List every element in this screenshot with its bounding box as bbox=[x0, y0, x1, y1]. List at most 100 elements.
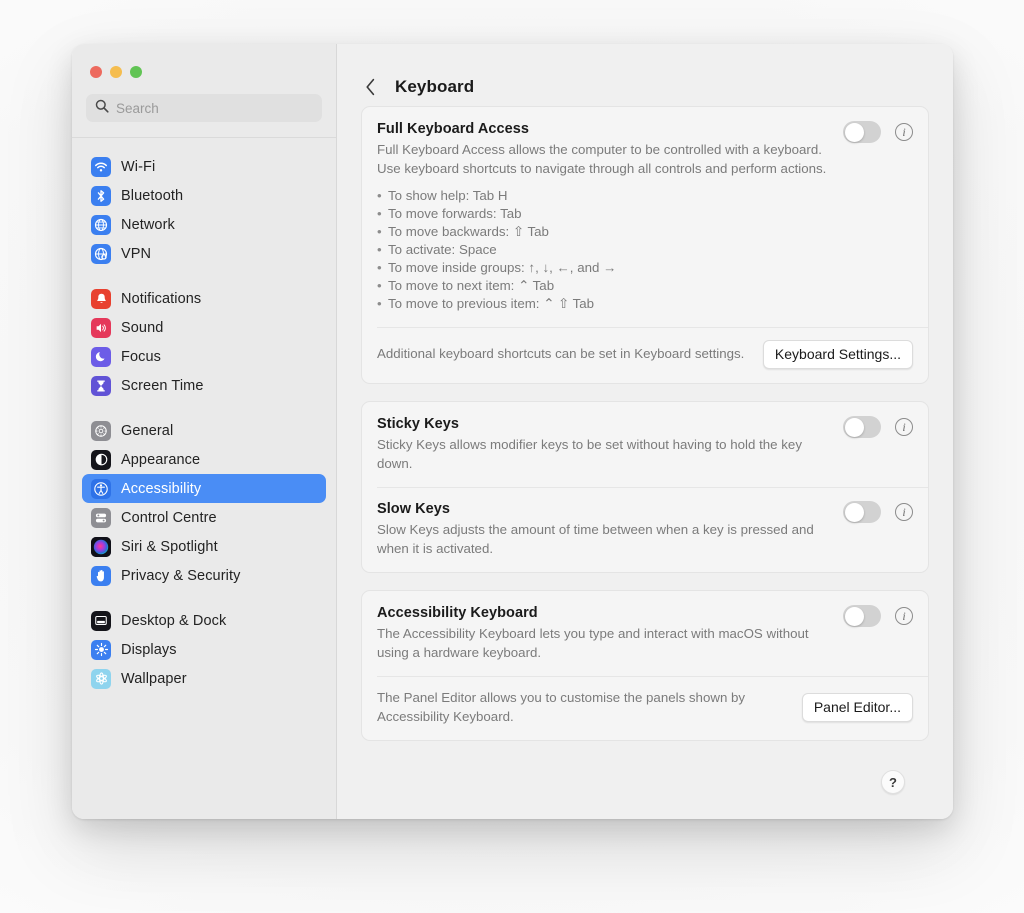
setting-description: Sticky Keys allows modifier keys to be s… bbox=[377, 437, 802, 471]
list-item: To move backwards: ⇧ Tab bbox=[377, 223, 913, 241]
sidebar-item-network[interactable]: Network bbox=[82, 210, 326, 239]
list-item: To activate: Space bbox=[377, 241, 913, 259]
keyboard-settings-footer: Additional keyboard shortcuts can be set… bbox=[362, 327, 928, 383]
toggle-knob bbox=[844, 502, 864, 522]
setting-description: The Accessibility Keyboard lets you type… bbox=[377, 626, 809, 660]
row-text-block: Accessibility Keyboard The Accessibility… bbox=[377, 604, 833, 662]
info-icon[interactable]: i bbox=[895, 418, 913, 436]
sidebar: Wi-Fi Bluetooth bbox=[72, 44, 337, 819]
toggle-knob bbox=[844, 122, 864, 142]
info-icon[interactable]: i bbox=[895, 123, 913, 141]
sidebar-item-label: Displays bbox=[121, 641, 177, 658]
list-item: To move to previous item: ⌃ ⇧ Tab bbox=[377, 295, 913, 313]
card-sticky-and-slow-keys: Sticky Keys Sticky Keys allows modifier … bbox=[361, 401, 929, 573]
settings-panels: Full Keyboard Access Full Keyboard Acces… bbox=[337, 106, 953, 794]
panel-editor-footer: The Panel Editor allows you to customise… bbox=[362, 676, 928, 740]
keyboard-settings-button[interactable]: Keyboard Settings... bbox=[762, 340, 913, 369]
setting-title: Slow Keys bbox=[377, 501, 450, 517]
back-chevron-icon[interactable] bbox=[361, 76, 379, 98]
sidebar-item-appearance[interactable]: Appearance bbox=[82, 445, 326, 474]
list-item: To move to next item: ⌃ Tab bbox=[377, 277, 913, 295]
desktop-dock-icon bbox=[91, 610, 111, 631]
sidebar-item-wallpaper[interactable]: Wallpaper bbox=[82, 664, 326, 693]
sidebar-list: Wi-Fi Bluetooth Network VPN Notification… bbox=[72, 138, 336, 809]
search-container bbox=[72, 78, 336, 122]
footer-description: Additional keyboard shortcuts can be set… bbox=[377, 346, 745, 362]
system-settings-window: Wi-Fi Bluetooth bbox=[72, 44, 953, 819]
sidebar-group-appearance: Desktop & Dock Displays Wallpaper bbox=[82, 606, 326, 693]
wallpaper-icon bbox=[91, 668, 111, 689]
sidebar-item-bluetooth[interactable]: Bluetooth bbox=[82, 181, 326, 210]
help-row: ? bbox=[361, 758, 929, 794]
close-button[interactable] bbox=[90, 66, 102, 78]
sidebar-item-label: Wallpaper bbox=[121, 670, 187, 687]
setting-description: Full Keyboard Access allows the computer… bbox=[377, 142, 827, 176]
row-controls: i bbox=[843, 501, 913, 523]
shortcut-list: To show help: Tab H To move forwards: Ta… bbox=[377, 187, 913, 313]
speaker-icon bbox=[91, 317, 111, 338]
list-item: To move inside groups: ↑, ↓, ←, and → bbox=[377, 259, 913, 277]
sidebar-item-siri-and-spotlight[interactable]: Siri & Spotlight bbox=[82, 532, 326, 561]
siri-icon bbox=[91, 536, 111, 557]
sidebar-item-label: Accessibility bbox=[121, 480, 202, 497]
list-item: To show help: Tab H bbox=[377, 187, 913, 205]
sidebar-group-network: Wi-Fi Bluetooth Network VPN bbox=[82, 152, 326, 268]
hand-icon bbox=[91, 565, 111, 586]
main-content: Keyboard Full Keyboard Access Full Keybo… bbox=[337, 44, 953, 819]
sidebar-item-accessibility[interactable]: Accessibility bbox=[82, 474, 326, 503]
sidebar-item-label: Focus bbox=[121, 348, 161, 365]
setting-row-full-keyboard-access: Full Keyboard Access Full Keyboard Acces… bbox=[362, 107, 928, 327]
sidebar-item-privacy-and-security[interactable]: Privacy & Security bbox=[82, 561, 326, 590]
full-keyboard-access-toggle[interactable] bbox=[843, 121, 881, 143]
setting-title: Accessibility Keyboard bbox=[377, 605, 538, 621]
info-icon[interactable]: i bbox=[895, 607, 913, 625]
sidebar-item-control-centre[interactable]: Control Centre bbox=[82, 503, 326, 532]
row-text-block: Full Keyboard Access Full Keyboard Acces… bbox=[377, 120, 833, 178]
bluetooth-icon bbox=[91, 185, 111, 206]
brightness-icon bbox=[91, 639, 111, 660]
row-text-block: Slow Keys Slow Keys adjusts the amount o… bbox=[377, 500, 833, 558]
moon-icon bbox=[91, 346, 111, 367]
maximize-button[interactable] bbox=[130, 66, 142, 78]
panel-editor-button[interactable]: Panel Editor... bbox=[801, 693, 913, 722]
info-icon[interactable]: i bbox=[895, 503, 913, 521]
control-centre-icon bbox=[91, 507, 111, 528]
sidebar-item-displays[interactable]: Displays bbox=[82, 635, 326, 664]
appearance-icon bbox=[91, 449, 111, 470]
sidebar-item-label: Control Centre bbox=[121, 509, 217, 526]
footer-description: The Panel Editor allows you to customise… bbox=[377, 690, 746, 724]
accessibility-keyboard-toggle[interactable] bbox=[843, 605, 881, 627]
search-field[interactable] bbox=[86, 94, 322, 122]
sidebar-item-label: Notifications bbox=[121, 290, 202, 307]
sidebar-item-general[interactable]: General bbox=[82, 416, 326, 445]
sidebar-item-label: Network bbox=[121, 216, 175, 233]
sidebar-item-vpn[interactable]: VPN bbox=[82, 239, 326, 268]
row-header: Accessibility Keyboard The Accessibility… bbox=[377, 604, 913, 662]
setting-title: Sticky Keys bbox=[377, 416, 459, 432]
sidebar-item-screen-time[interactable]: Screen Time bbox=[82, 371, 326, 400]
sticky-keys-toggle[interactable] bbox=[843, 416, 881, 438]
row-controls: i bbox=[843, 121, 913, 143]
traffic-light-controls bbox=[72, 44, 336, 78]
row-header: Full Keyboard Access Full Keyboard Acces… bbox=[377, 120, 913, 178]
card-accessibility-keyboard: Accessibility Keyboard The Accessibility… bbox=[361, 590, 929, 741]
sidebar-item-label: VPN bbox=[121, 245, 152, 262]
row-controls: i bbox=[843, 416, 913, 438]
sidebar-item-desktop-and-dock[interactable]: Desktop & Dock bbox=[82, 606, 326, 635]
search-input[interactable] bbox=[116, 100, 313, 116]
sidebar-item-wi-fi[interactable]: Wi-Fi bbox=[82, 152, 326, 181]
slow-keys-toggle[interactable] bbox=[843, 501, 881, 523]
sidebar-group-system-alerts: Notifications Sound Focus Screen Time bbox=[82, 284, 326, 400]
globe-icon bbox=[91, 214, 111, 235]
vpn-globe-icon bbox=[91, 243, 111, 264]
setting-title: Full Keyboard Access bbox=[377, 121, 529, 137]
sidebar-item-notifications[interactable]: Notifications bbox=[82, 284, 326, 313]
setting-description: Slow Keys adjusts the amount of time bet… bbox=[377, 522, 814, 556]
minimize-button[interactable] bbox=[110, 66, 122, 78]
page-title: Keyboard bbox=[395, 77, 475, 96]
sidebar-item-sound[interactable]: Sound bbox=[82, 313, 326, 342]
sidebar-item-label: Siri & Spotlight bbox=[121, 538, 218, 555]
accessibility-icon bbox=[91, 478, 111, 499]
sidebar-item-focus[interactable]: Focus bbox=[82, 342, 326, 371]
help-button[interactable]: ? bbox=[881, 770, 905, 794]
